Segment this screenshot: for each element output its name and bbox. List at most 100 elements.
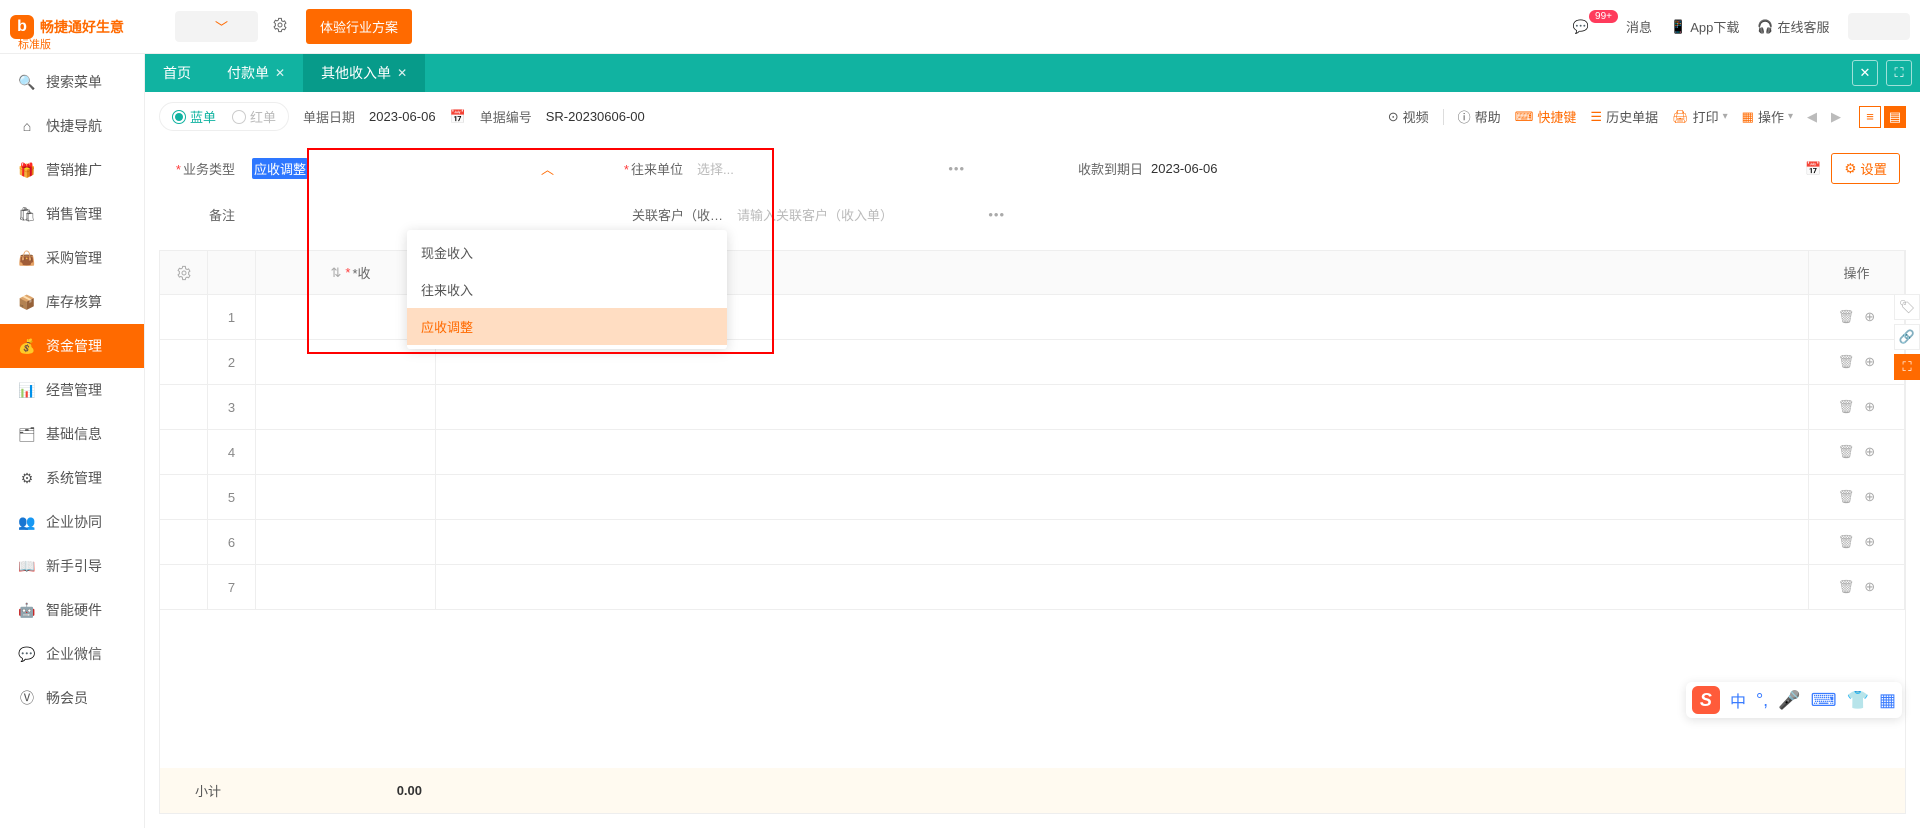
sidebar-item-purchase[interactable]: 👜采购管理 <box>0 236 144 280</box>
delete-row-icon[interactable]: 🗑 <box>1838 444 1855 460</box>
close-icon[interactable]: ✕ <box>397 66 407 80</box>
tab-payment[interactable]: 付款单✕ <box>209 54 303 92</box>
sidebar-item-system[interactable]: ⚙系统管理 <box>0 456 144 500</box>
more-icon[interactable]: ••• <box>948 161 965 176</box>
video-link[interactable]: ⊙视频 <box>1388 107 1429 126</box>
sidebar-item-funds[interactable]: 💰资金管理 <box>0 324 144 368</box>
row-body-cell[interactable] <box>436 430 1809 474</box>
user-avatar[interactable] <box>1848 13 1910 40</box>
delete-row-icon[interactable]: 🗑 <box>1838 309 1855 325</box>
add-row-icon[interactable]: ⊕ <box>1864 444 1875 460</box>
option-related-income[interactable]: 往来收入 <box>407 271 727 308</box>
add-row-icon[interactable]: ⊕ <box>1864 579 1875 595</box>
sidebar-item-operations[interactable]: 📊经营管理 <box>0 368 144 412</box>
delete-row-icon[interactable]: 🗑 <box>1838 399 1855 415</box>
add-row-icon[interactable]: ⊕ <box>1864 354 1875 370</box>
add-row-icon[interactable]: ⊕ <box>1864 399 1875 415</box>
table-row[interactable]: 4🗑⊕ <box>160 430 1905 475</box>
fullscreen-tool[interactable]: ⛶ <box>1894 354 1920 380</box>
help-link[interactable]: ⓘ帮助 <box>1458 107 1501 126</box>
ime-lang[interactable]: 中 <box>1730 688 1746 712</box>
ime-punct-icon[interactable]: °, <box>1756 690 1768 711</box>
next-icon[interactable]: ▶ <box>1831 109 1841 125</box>
biz-type-select[interactable]: 应收调整 ︿ <box>243 154 563 184</box>
sidebar-item-hardware[interactable]: 🤖智能硬件 <box>0 588 144 632</box>
sidebar-item-inventory[interactable]: 📦库存核算 <box>0 280 144 324</box>
row-first-cell[interactable] <box>256 430 436 474</box>
view-list-button[interactable]: ≡ <box>1859 106 1881 128</box>
attach-tool[interactable]: 🔗 <box>1894 324 1920 350</box>
close-all-button[interactable]: ✕ <box>1852 60 1878 86</box>
row-first-cell[interactable] <box>256 385 436 429</box>
ime-keyboard-icon[interactable]: ⌨ <box>1811 690 1837 711</box>
calendar-icon[interactable]: 📅 <box>1805 161 1821 177</box>
radio-blue[interactable]: 蓝单 <box>172 107 216 126</box>
row-body-cell[interactable] <box>436 475 1809 519</box>
industry-cta-button[interactable]: 体验行业方案 <box>306 9 412 44</box>
print-icon: 🖨 <box>1672 109 1689 125</box>
doc-date-value[interactable]: 2023-06-06 <box>369 109 436 124</box>
cart-icon: 🛍 <box>18 205 36 223</box>
wechat-icon: 💬 <box>18 645 36 663</box>
delete-row-icon[interactable]: 🗑 <box>1838 579 1855 595</box>
ime-menu-icon[interactable]: ▦ <box>1879 690 1896 711</box>
table-config-button[interactable] <box>160 251 208 294</box>
close-icon[interactable]: ✕ <box>275 66 285 80</box>
messages-link[interactable]: 💬 99+ 消息 <box>1573 17 1652 36</box>
sogou-logo-icon[interactable]: S <box>1692 686 1720 714</box>
remark-input[interactable] <box>243 200 563 228</box>
gear-icon[interactable] <box>272 17 288 36</box>
sidebar-item-search[interactable]: 🔍搜索菜单 <box>0 60 144 104</box>
due-date-value[interactable]: 2023-06-06 <box>1151 161 1218 176</box>
table-row[interactable]: 5🗑⊕ <box>160 475 1905 520</box>
add-row-icon[interactable]: ⊕ <box>1864 489 1875 505</box>
option-receivable-adjust[interactable]: 应收调整 <box>407 308 727 345</box>
more-icon[interactable]: ••• <box>988 207 1005 222</box>
row-first-cell[interactable] <box>256 475 436 519</box>
row-body-cell[interactable] <box>436 520 1809 564</box>
print-button[interactable]: 🖨打印▾ <box>1672 107 1728 126</box>
note-tool[interactable]: 🏷 <box>1894 294 1920 320</box>
view-card-button[interactable]: ▤ <box>1884 106 1906 128</box>
option-cash-income[interactable]: 现金收入 <box>407 234 727 271</box>
radio-red[interactable]: 红单 <box>232 107 276 126</box>
expand-button[interactable]: ⛶ <box>1886 60 1912 86</box>
row-first-cell[interactable] <box>256 520 436 564</box>
sidebar-item-collab[interactable]: 👥企业协同 <box>0 500 144 544</box>
history-link[interactable]: ☰历史单据 <box>1590 107 1658 126</box>
search-icon: 🔍 <box>18 73 36 91</box>
table-row[interactable]: 3🗑⊕ <box>160 385 1905 430</box>
calendar-icon[interactable]: 📅 <box>450 109 466 125</box>
radio-icon <box>172 110 186 124</box>
row-body-cell[interactable] <box>436 565 1809 609</box>
sidebar-item-quicknav[interactable]: ⌂快捷导航 <box>0 104 144 148</box>
hotkey-link[interactable]: ⌨快捷键 <box>1515 107 1577 126</box>
table-row[interactable]: 6🗑⊕ <box>160 520 1905 565</box>
region-selector[interactable]: ﹀ <box>175 11 258 42</box>
sidebar-item-guide[interactable]: 📖新手引导 <box>0 544 144 588</box>
tab-other-income[interactable]: 其他收入单✕ <box>303 54 425 92</box>
delete-row-icon[interactable]: 🗑 <box>1838 354 1855 370</box>
party-input[interactable]: 选择...••• <box>691 155 971 182</box>
relation-input[interactable]: 请输入关联客户（收入单）••• <box>731 201 1011 228</box>
delete-row-icon[interactable]: 🗑 <box>1838 489 1855 505</box>
settings-button[interactable]: ⚙设置 <box>1831 153 1900 184</box>
ime-mic-icon[interactable]: 🎤 <box>1778 690 1800 711</box>
sidebar-item-marketing[interactable]: 🎁营销推广 <box>0 148 144 192</box>
app-download-link[interactable]: 📱 App下载 <box>1670 17 1739 36</box>
row-first-cell[interactable] <box>256 565 436 609</box>
sidebar-item-wechat[interactable]: 💬企业微信 <box>0 632 144 676</box>
delete-row-icon[interactable]: 🗑 <box>1838 534 1855 550</box>
add-row-icon[interactable]: ⊕ <box>1864 309 1875 325</box>
ime-skin-icon[interactable]: 👕 <box>1847 690 1869 711</box>
sidebar-item-sales[interactable]: 🛍销售管理 <box>0 192 144 236</box>
tab-home[interactable]: 首页 <box>145 54 209 92</box>
sidebar-item-member[interactable]: Ⓥ畅会员 <box>0 676 144 720</box>
sidebar-item-basic[interactable]: 🗂基础信息 <box>0 412 144 456</box>
support-link[interactable]: 🎧 在线客服 <box>1757 17 1829 36</box>
row-body-cell[interactable] <box>436 385 1809 429</box>
table-row[interactable]: 7🗑⊕ <box>160 565 1905 610</box>
prev-icon[interactable]: ◀ <box>1807 109 1817 125</box>
operations-button[interactable]: ▦操作▾ <box>1742 107 1793 126</box>
add-row-icon[interactable]: ⊕ <box>1864 534 1875 550</box>
